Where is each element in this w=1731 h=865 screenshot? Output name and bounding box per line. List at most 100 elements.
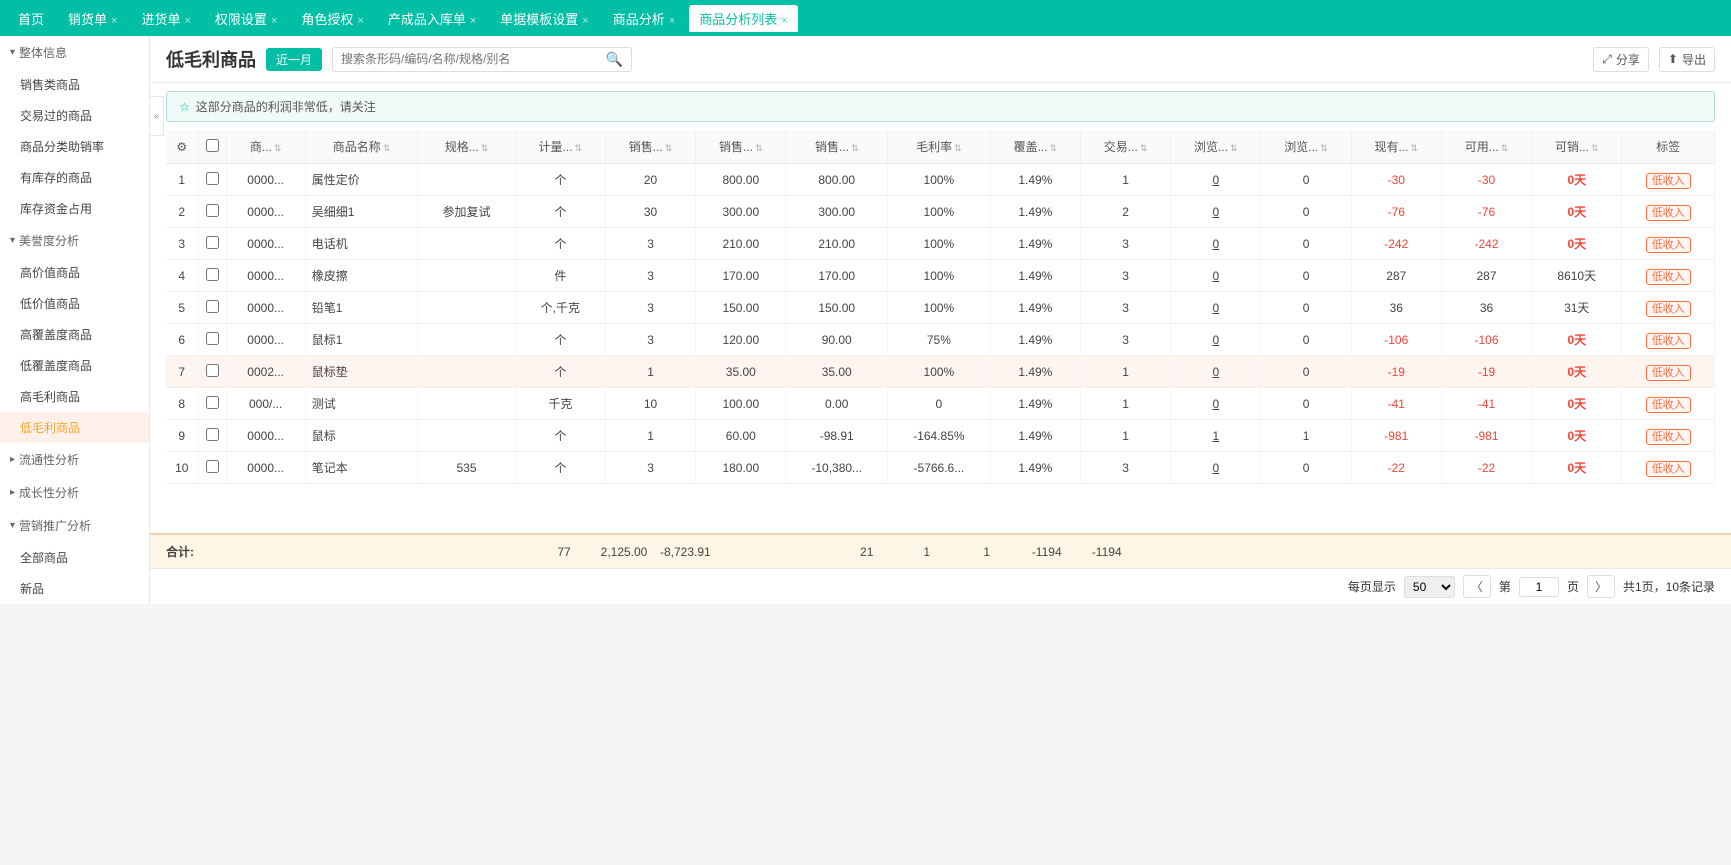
- row-checkbox-cell[interactable]: [198, 324, 226, 356]
- row-views1[interactable]: 0: [1171, 260, 1261, 292]
- col-checkbox[interactable]: [198, 130, 226, 164]
- row-checkbox[interactable]: [206, 396, 219, 409]
- page-size-select[interactable]: 50 100 200: [1404, 576, 1455, 598]
- row-checkbox-cell[interactable]: [198, 196, 226, 228]
- row-views1[interactable]: 0: [1171, 164, 1261, 196]
- sidebar-item-high-margin[interactable]: 高毛利商品: [0, 381, 149, 412]
- sidebar-item-low-value[interactable]: 低价值商品: [0, 288, 149, 319]
- row-checkbox-cell[interactable]: [198, 164, 226, 196]
- row-checkbox[interactable]: [206, 268, 219, 281]
- row-views1[interactable]: 0: [1171, 228, 1261, 260]
- row-views1[interactable]: 0: [1171, 324, 1261, 356]
- nav-template-settings[interactable]: 单据模板设置×: [490, 5, 598, 32]
- col-coverage[interactable]: 覆盖...⇅: [990, 130, 1080, 164]
- col-stock-avail[interactable]: 可用...⇅: [1441, 130, 1531, 164]
- close-icon[interactable]: ×: [184, 15, 190, 27]
- col-gross-margin[interactable]: 毛利率⇅: [888, 130, 991, 164]
- row-views1[interactable]: 0: [1171, 388, 1261, 420]
- row-checkbox-cell[interactable]: [198, 420, 226, 452]
- col-sales-qty[interactable]: 销售...⇅: [605, 130, 695, 164]
- row-views1[interactable]: 0: [1171, 452, 1261, 484]
- row-checkbox-cell[interactable]: [198, 228, 226, 260]
- sidebar-item-stock-capital[interactable]: 库存资金占用: [0, 193, 149, 224]
- close-icon[interactable]: ×: [781, 15, 787, 27]
- row-spec: [418, 420, 515, 452]
- col-stock-current[interactable]: 现有...⇅: [1351, 130, 1441, 164]
- col-views1[interactable]: 浏览...⇅: [1171, 130, 1261, 164]
- nav-role-auth[interactable]: 角色授权×: [291, 5, 373, 32]
- row-unit: 个: [515, 324, 605, 356]
- row-checkbox-cell[interactable]: [198, 452, 226, 484]
- next-page-button[interactable]: 〉: [1587, 575, 1615, 598]
- row-stock-avail: -30: [1441, 164, 1531, 196]
- sidebar-item-high-coverage[interactable]: 高覆盖度商品: [0, 319, 149, 350]
- sidebar-item-category-rate[interactable]: 商品分类助销率: [0, 131, 149, 162]
- row-checkbox[interactable]: [206, 204, 219, 217]
- row-index: 9: [166, 420, 198, 452]
- row-checkbox-cell[interactable]: [198, 388, 226, 420]
- sidebar-group-overall[interactable]: ▾ 整体信息: [0, 36, 149, 69]
- sidebar-item-new-goods[interactable]: 新品: [0, 573, 149, 604]
- col-name[interactable]: 商品名称⇅: [305, 130, 418, 164]
- nav-product-analysis[interactable]: 商品分析×: [603, 5, 685, 32]
- row-checkbox[interactable]: [206, 332, 219, 345]
- nav-home[interactable]: 首页: [8, 5, 54, 32]
- col-unit[interactable]: 计量...⇅: [515, 130, 605, 164]
- sidebar-item-low-margin[interactable]: 低毛利商品: [0, 412, 149, 443]
- row-checkbox[interactable]: [206, 300, 219, 313]
- row-views1[interactable]: 0: [1171, 292, 1261, 324]
- row-views1[interactable]: 1: [1171, 420, 1261, 452]
- col-settings[interactable]: ⚙: [166, 130, 198, 164]
- row-stock-current: -106: [1351, 324, 1441, 356]
- row-checkbox-cell[interactable]: [198, 260, 226, 292]
- row-unit: 个: [515, 356, 605, 388]
- close-icon[interactable]: ×: [111, 15, 117, 27]
- row-checkbox[interactable]: [206, 172, 219, 185]
- row-checkbox-cell[interactable]: [198, 356, 226, 388]
- sidebar-item-low-coverage[interactable]: 低覆盖度商品: [0, 350, 149, 381]
- row-checkbox[interactable]: [206, 364, 219, 377]
- sidebar-item-traded-goods[interactable]: 交易过的商品: [0, 100, 149, 131]
- sidebar-item-all-goods[interactable]: 全部商品: [0, 542, 149, 573]
- page-number-input[interactable]: [1519, 577, 1559, 597]
- col-code[interactable]: 商...⇅: [226, 130, 305, 164]
- search-icon[interactable]: 🔍: [606, 51, 623, 68]
- share-button[interactable]: ⤢ 分享: [1593, 47, 1649, 72]
- filter-recent-month-button[interactable]: 近一月: [266, 48, 322, 71]
- sidebar-group-liquidity[interactable]: ▸ 流通性分析: [0, 443, 149, 476]
- close-icon[interactable]: ×: [669, 15, 675, 27]
- col-spec[interactable]: 规格...⇅: [418, 130, 515, 164]
- export-button[interactable]: ⬆ 导出: [1659, 47, 1715, 72]
- row-tag: 低收入: [1622, 388, 1715, 420]
- sidebar-item-sales-goods[interactable]: 销售类商品: [0, 69, 149, 100]
- search-input[interactable]: [341, 52, 600, 66]
- close-icon[interactable]: ×: [582, 15, 588, 27]
- sidebar-group-growth[interactable]: ▸ 成长性分析: [0, 476, 149, 509]
- prev-page-button[interactable]: 〈: [1463, 575, 1491, 598]
- sidebar-collapse-button[interactable]: «: [150, 96, 164, 136]
- close-icon[interactable]: ×: [470, 15, 476, 27]
- col-views2[interactable]: 浏览...⇅: [1261, 130, 1351, 164]
- nav-analysis-list[interactable]: 商品分析列表×: [689, 5, 797, 32]
- select-all-checkbox[interactable]: [206, 139, 219, 152]
- col-sales-price[interactable]: 销售...⇅: [696, 130, 786, 164]
- close-icon[interactable]: ×: [271, 15, 277, 27]
- row-checkbox[interactable]: [206, 428, 219, 441]
- nav-permissions[interactable]: 权限设置×: [205, 5, 287, 32]
- close-icon[interactable]: ×: [357, 15, 363, 27]
- row-checkbox[interactable]: [206, 236, 219, 249]
- nav-product-inbound[interactable]: 产成品入库单×: [378, 5, 486, 32]
- sidebar-group-reputation[interactable]: ▾ 美誉度分析: [0, 224, 149, 257]
- sidebar-item-stock-goods[interactable]: 有库存的商品: [0, 162, 149, 193]
- row-checkbox-cell[interactable]: [198, 292, 226, 324]
- row-checkbox[interactable]: [206, 460, 219, 473]
- col-stock-sell[interactable]: 可销...⇅: [1532, 130, 1622, 164]
- row-views1[interactable]: 0: [1171, 356, 1261, 388]
- nav-purchase-order[interactable]: 进货单×: [131, 5, 200, 32]
- col-sales-amount[interactable]: 销售...⇅: [786, 130, 888, 164]
- sidebar-item-high-value[interactable]: 高价值商品: [0, 257, 149, 288]
- col-trade[interactable]: 交易...⇅: [1080, 130, 1170, 164]
- sidebar-group-marketing[interactable]: ▾ 营销推广分析: [0, 509, 149, 542]
- nav-sales-order[interactable]: 销货单×: [58, 5, 127, 32]
- row-views1[interactable]: 0: [1171, 196, 1261, 228]
